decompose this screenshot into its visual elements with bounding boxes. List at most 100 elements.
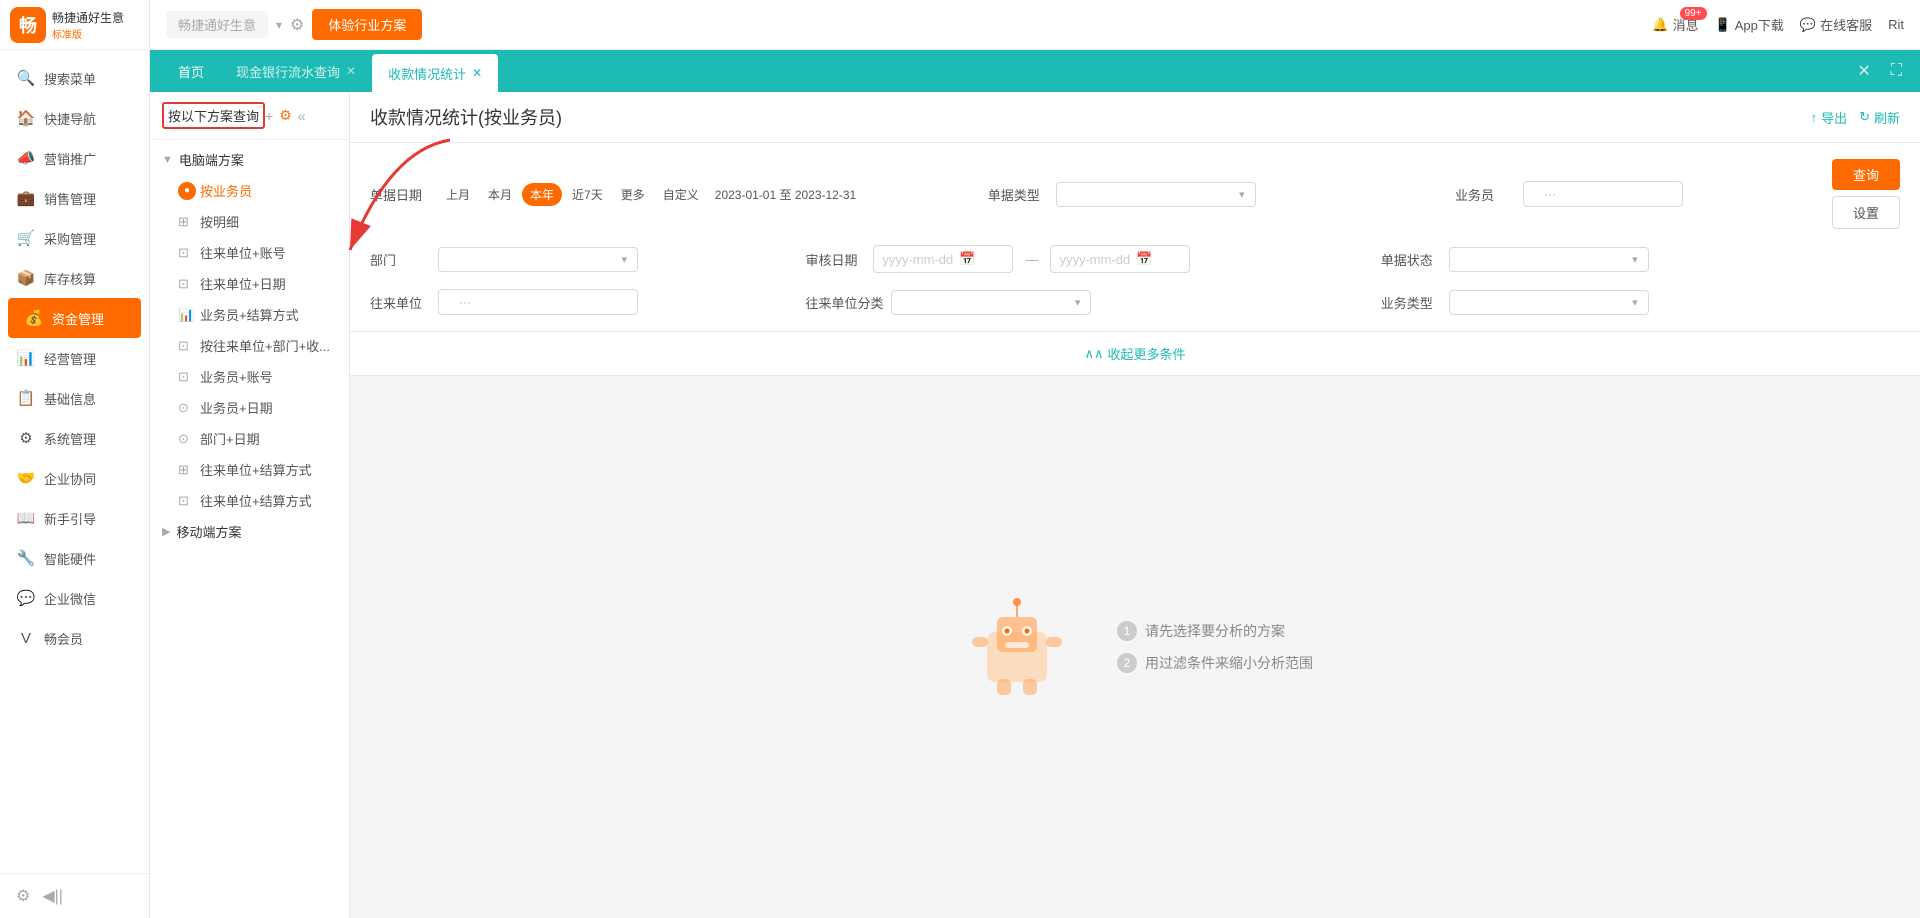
purchase-icon: 🛒	[16, 228, 36, 248]
unit-settlement1-icon: ⊞	[178, 462, 194, 478]
topbar-left: 畅捷通好生意 ▾ ⚙ 体验行业方案	[166, 9, 1640, 40]
filter-dept-item: 部门 ▾	[370, 247, 789, 272]
tip-item-1: 1 请先选择要分析的方案	[1117, 621, 1313, 641]
sidebar-item-warehouse[interactable]: 📦 库存核算	[0, 258, 149, 298]
scheme-item-salesperson-date[interactable]: ⊙ 业务员+日期	[150, 392, 349, 423]
scheme-item-unit-date[interactable]: ⊡ 往来单位+日期	[150, 268, 349, 299]
scheme-panel-header: 按以下方案查询 + ⚙ «	[150, 92, 349, 140]
user-label[interactable]: Rit	[1888, 17, 1904, 32]
date-tab-custom[interactable]: 自定义	[655, 183, 707, 206]
date-tab-this-year[interactable]: 本年	[522, 183, 562, 206]
export-button[interactable]: ↑ 导出	[1811, 108, 1848, 127]
refresh-button[interactable]: ↻ 刷新	[1859, 108, 1900, 127]
voucher-type-select[interactable]: ▾	[1056, 182, 1256, 207]
scheme-gear-icon[interactable]: ⚙	[279, 107, 292, 124]
biz-type-select[interactable]: ▾	[1449, 290, 1649, 315]
detail-icon: ⊞	[178, 214, 194, 230]
sidebar-item-system[interactable]: ⚙ 系统管理	[0, 418, 149, 458]
sidebar-item-hardware[interactable]: 🔧 智能硬件	[0, 538, 149, 578]
date-tab-7days[interactable]: 近7天	[564, 183, 611, 206]
sidebar-item-guide[interactable]: 📖 新手引导	[0, 498, 149, 538]
scheme-item-by-salesperson[interactable]: ● 按业务员	[150, 175, 349, 206]
date-tab-last-month[interactable]: 上月	[438, 183, 478, 206]
main-content: 畅捷通好生意 ▾ ⚙ 体验行业方案 🔔 消息 99+ 📱 App下载 💬 在线客…	[150, 0, 1920, 918]
date-tabs: 上月 本月 本年 近7天 更多 自定义	[438, 183, 707, 206]
search-icon: 🔍	[16, 68, 36, 88]
scheme-panel: 按以下方案查询 + ⚙ « ▼ 电脑端方案	[150, 92, 350, 918]
settings-icon[interactable]: ⚙	[16, 886, 30, 906]
scheme-item-by-detail[interactable]: ⊞ 按明细	[150, 206, 349, 237]
page-header: 收款情况统计(按业务员) ↑ 导出 ↻ 刷新	[350, 92, 1920, 143]
counterpart-input[interactable]: ···	[438, 289, 638, 315]
salesperson-select[interactable]: ···	[1523, 181, 1683, 207]
app-download-button[interactable]: 📱 App下载	[1715, 15, 1784, 34]
logo-text: 畅捷通好生意 标准版	[52, 9, 124, 41]
scheme-item-salesperson-settlement[interactable]: 📊 业务员+结算方式	[150, 299, 349, 330]
sidebar-item-sales[interactable]: 💼 销售管理	[0, 178, 149, 218]
dept-select[interactable]: ▾	[438, 247, 638, 272]
scheme-collapse-icon[interactable]: «	[298, 108, 306, 124]
trial-button[interactable]: 体验行业方案	[312, 9, 422, 40]
sidebar-item-member[interactable]: V 畅会员	[0, 618, 149, 658]
sidebar-item-marketing[interactable]: 📣 营销推广	[0, 138, 149, 178]
scheme-item-unit-dept-collection[interactable]: ⊡ 按往来单位+部门+收...	[150, 330, 349, 361]
sidebar-item-wechat[interactable]: 💬 企业微信	[0, 578, 149, 618]
window-close-icon[interactable]: ✕	[1851, 61, 1876, 81]
biz-type-label: 业务类型	[1381, 293, 1441, 312]
review-date-start[interactable]: yyyy-mm-dd 📅	[873, 245, 1013, 273]
voucher-type-arrow-icon: ▾	[1239, 188, 1245, 201]
counterpart-type-select[interactable]: ▾	[891, 290, 1091, 315]
voucher-status-select[interactable]: ▾	[1449, 247, 1649, 272]
sidebar-item-purchase[interactable]: 🛒 采购管理	[0, 218, 149, 258]
set-button[interactable]: 设置	[1832, 196, 1900, 229]
topbar-arrow-icon[interactable]: ▾	[276, 18, 282, 32]
sidebar-item-basic[interactable]: 📋 基础信息	[0, 378, 149, 418]
tip-2-text: 用过滤条件来缩小分析范围	[1145, 653, 1313, 673]
tab-home[interactable]: 首页	[162, 50, 220, 92]
sidebar-item-search[interactable]: 🔍 搜索菜单	[0, 58, 149, 98]
review-date-end[interactable]: yyyy-mm-dd 📅	[1050, 245, 1190, 273]
sidebar-bottom: ⚙ ◀||	[0, 873, 149, 918]
date-filter-control: 上月 本月 本年 近7天 更多 自定义 2023-01-01 至 2023-12…	[438, 183, 972, 206]
empty-state: 1 请先选择要分析的方案 2 用过滤条件来缩小分析范围	[350, 376, 1920, 918]
scheme-group-pc-header[interactable]: ▼ 电脑端方案	[150, 144, 349, 175]
home-icon: 🏠	[16, 108, 36, 128]
scheme-item-unit-account[interactable]: ⊡ 往来单位+账号	[150, 237, 349, 268]
scheme-item-salesperson-account[interactable]: ⊡ 业务员+账号	[150, 361, 349, 392]
salesperson-more-icon[interactable]: ···	[1544, 187, 1556, 201]
tab-bank[interactable]: 现金银行流水查询 ✕	[220, 50, 372, 92]
sidebar-item-shortcut[interactable]: 🏠 快捷导航	[0, 98, 149, 138]
tab-bank-close-icon[interactable]: ✕	[346, 64, 356, 78]
scheme-item-unit-settlement2[interactable]: ⊡ 往来单位+结算方式	[150, 485, 349, 516]
sidebar-item-finance[interactable]: 💰 资金管理	[8, 298, 141, 338]
filter-review-date-item: 审核日期 yyyy-mm-dd 📅 — yyyy-mm-dd 📅	[805, 245, 1364, 273]
scheme-item-dept-date[interactable]: ⊙ 部门+日期	[150, 423, 349, 454]
collapse-button[interactable]: ∧∧ 收起更多条件	[1084, 344, 1185, 363]
salesperson-account-icon: ⊡	[178, 369, 194, 385]
filter-row-2: 部门 ▾ 审核日期 yyyy-mm-dd 📅 —	[370, 245, 1900, 273]
counterpart-more-icon[interactable]: ···	[459, 295, 471, 309]
tab-collection[interactable]: 收款情况统计 ✕	[372, 54, 498, 92]
empty-tips: 1 请先选择要分析的方案 2 用过滤条件来缩小分析范围	[1117, 621, 1313, 673]
page-actions: ↑ 导出 ↻ 刷新	[1811, 108, 1900, 139]
topbar-gear-icon[interactable]: ⚙	[290, 15, 304, 35]
logo-icon: 畅	[10, 7, 46, 43]
date-tab-more[interactable]: 更多	[613, 183, 653, 206]
counterpart-type-arrow-icon: ▾	[1075, 296, 1081, 309]
sidebar-item-operations[interactable]: 📊 经营管理	[0, 338, 149, 378]
scheme-item-unit-settlement1[interactable]: ⊞ 往来单位+结算方式	[150, 454, 349, 485]
message-button[interactable]: 🔔 消息 99+	[1652, 15, 1698, 34]
sidebar-collapse-icon[interactable]: ◀||	[42, 886, 63, 906]
sidebar-item-corp[interactable]: 🤝 企业协同	[0, 458, 149, 498]
scheme-group-mobile-header[interactable]: ▶ 移动端方案	[150, 516, 349, 547]
query-button[interactable]: 查询	[1832, 159, 1900, 190]
member-icon: V	[16, 628, 36, 648]
tab-collection-close-icon[interactable]: ✕	[472, 66, 482, 80]
online-service-button[interactable]: 💬 在线客服	[1800, 15, 1872, 34]
scheme-add-icon[interactable]: +	[265, 108, 273, 124]
date-tab-this-month[interactable]: 本月	[480, 183, 520, 206]
service-icon: 💬	[1800, 17, 1816, 33]
guide-icon: 📖	[16, 508, 36, 528]
window-maximize-icon[interactable]: ⛶	[1885, 62, 1908, 80]
marketing-icon: 📣	[16, 148, 36, 168]
